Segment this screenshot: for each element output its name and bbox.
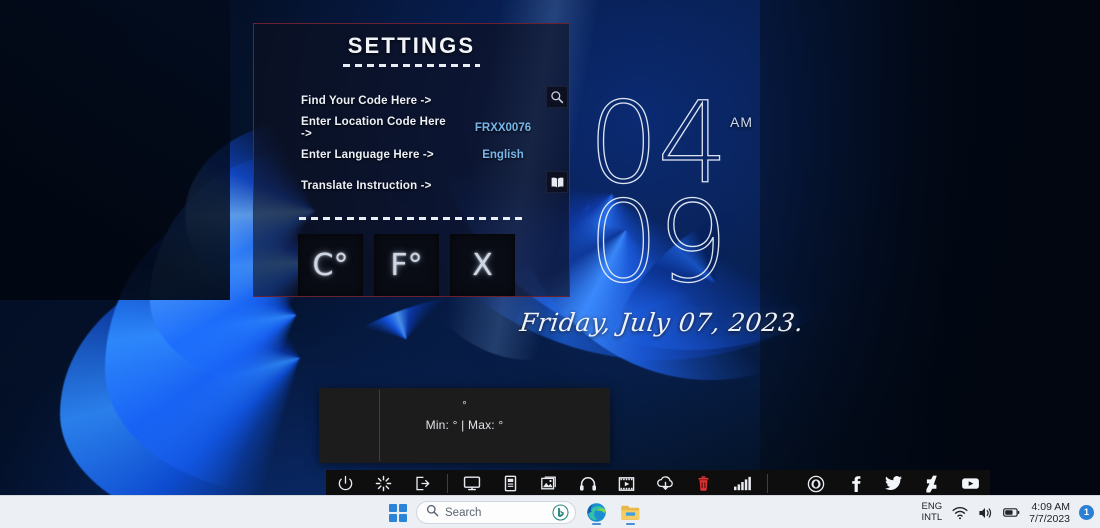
browser-icon[interactable] xyxy=(797,470,836,497)
taskbar-date: 7/7/2023 xyxy=(1029,512,1070,525)
tb-app-active-indicator xyxy=(592,523,601,525)
tb-app-explorer[interactable] xyxy=(617,499,644,526)
volume-icon[interactable] xyxy=(977,504,994,521)
clock-meridiem: AM xyxy=(730,114,753,130)
bing-chat-icon[interactable] xyxy=(552,504,569,521)
settings-divider-bottom xyxy=(298,217,525,220)
settings-row-language[interactable]: Enter Language Here -> English xyxy=(301,143,569,166)
tb-app-active-indicator xyxy=(626,523,635,525)
cloud-download-icon[interactable] xyxy=(646,470,685,497)
close-units-button[interactable]: X xyxy=(450,234,515,296)
system-tray: ENG INTL 4:09 AM 7/7/2023 1 xyxy=(922,496,1094,528)
weather-temperature: ° xyxy=(462,400,467,412)
photos-icon[interactable] xyxy=(530,470,569,497)
video-icon[interactable] xyxy=(607,470,646,497)
battery-icon[interactable] xyxy=(1003,504,1020,521)
language-value[interactable]: English xyxy=(455,149,551,161)
language-line-1: ENG xyxy=(921,501,943,512)
monitor-icon[interactable] xyxy=(453,470,492,497)
facebook-icon[interactable] xyxy=(836,470,875,497)
search-icon[interactable] xyxy=(546,86,568,108)
taskbar-time: 4:09 AM xyxy=(1031,500,1070,513)
signal-bars-icon[interactable] xyxy=(723,470,762,497)
document-icon[interactable] xyxy=(491,470,530,497)
notification-badge[interactable]: 1 xyxy=(1079,505,1094,520)
windows-taskbar: Search ENG INTL 4:09 AM 7/7/2023 1 xyxy=(0,495,1100,528)
weather-min-max: Min: ° | Max: ° xyxy=(425,418,504,432)
book-icon[interactable] xyxy=(546,171,568,193)
logout-icon[interactable] xyxy=(403,470,442,497)
wifi-icon[interactable] xyxy=(951,504,968,521)
weather-panel: ° Min: ° | Max: ° xyxy=(319,388,610,463)
settings-title: SETTINGS xyxy=(347,33,476,58)
deviantart-icon[interactable] xyxy=(913,470,952,497)
clock-minutes: 09 xyxy=(587,178,729,308)
settings-divider-bottom-wrap xyxy=(254,217,569,220)
language-line-2: INTL xyxy=(921,511,943,523)
taskbar-center-group: Search xyxy=(386,496,644,528)
search-placeholder: Search xyxy=(445,506,482,519)
location-code-value[interactable]: FRXX0076 xyxy=(455,122,551,134)
settings-panel: SETTINGS Find Your Code Here -> Enter Lo… xyxy=(253,23,570,297)
settings-row-location-code[interactable]: Enter Location Code Here -> FRXX0076 xyxy=(301,115,569,140)
headphones-icon[interactable] xyxy=(569,470,608,497)
settings-row-translate[interactable]: Translate Instruction -> xyxy=(301,171,569,197)
dock-bar xyxy=(326,470,990,497)
twitter-icon[interactable] xyxy=(874,470,913,497)
clock-widget: 04 09 AM Friday, July 07, 2023. xyxy=(518,87,888,356)
settings-row-label: Translate Instruction -> xyxy=(301,179,432,192)
windows-logo-icon xyxy=(388,503,407,522)
taskbar-clock[interactable]: 4:09 AM 7/7/2023 xyxy=(1029,501,1070,525)
language-indicator[interactable]: ENG INTL xyxy=(921,501,943,523)
start-button[interactable] xyxy=(386,501,409,524)
search-input[interactable]: Search xyxy=(416,501,576,524)
settings-divider-top xyxy=(343,64,480,67)
fahrenheit-button[interactable]: F° xyxy=(374,234,439,296)
trash-icon[interactable] xyxy=(684,470,723,497)
settings-row-label: Find Your Code Here -> xyxy=(301,94,432,107)
dock-separator xyxy=(446,474,448,493)
youtube-icon[interactable] xyxy=(952,470,991,497)
settings-rows: Find Your Code Here -> Enter Location Co… xyxy=(254,86,569,197)
settings-row-find-code[interactable]: Find Your Code Here -> xyxy=(301,86,569,112)
power-icon[interactable] xyxy=(326,470,365,497)
temperature-unit-buttons: C° F° X xyxy=(298,234,569,296)
desktop-screen: SETTINGS Find Your Code Here -> Enter Lo… xyxy=(0,0,1100,528)
settings-row-label: Enter Language Here -> xyxy=(301,148,434,161)
celsius-button[interactable]: C° xyxy=(298,234,363,296)
dock-separator xyxy=(766,474,768,493)
search-icon xyxy=(426,504,439,522)
clock-date: Friday, July 07, 2023. xyxy=(518,308,806,337)
settings-row-label: Enter Location Code Here -> xyxy=(301,115,446,140)
wallpaper-vignette xyxy=(0,0,230,300)
tb-app-edge[interactable] xyxy=(583,499,610,526)
restart-icon[interactable] xyxy=(365,470,404,497)
